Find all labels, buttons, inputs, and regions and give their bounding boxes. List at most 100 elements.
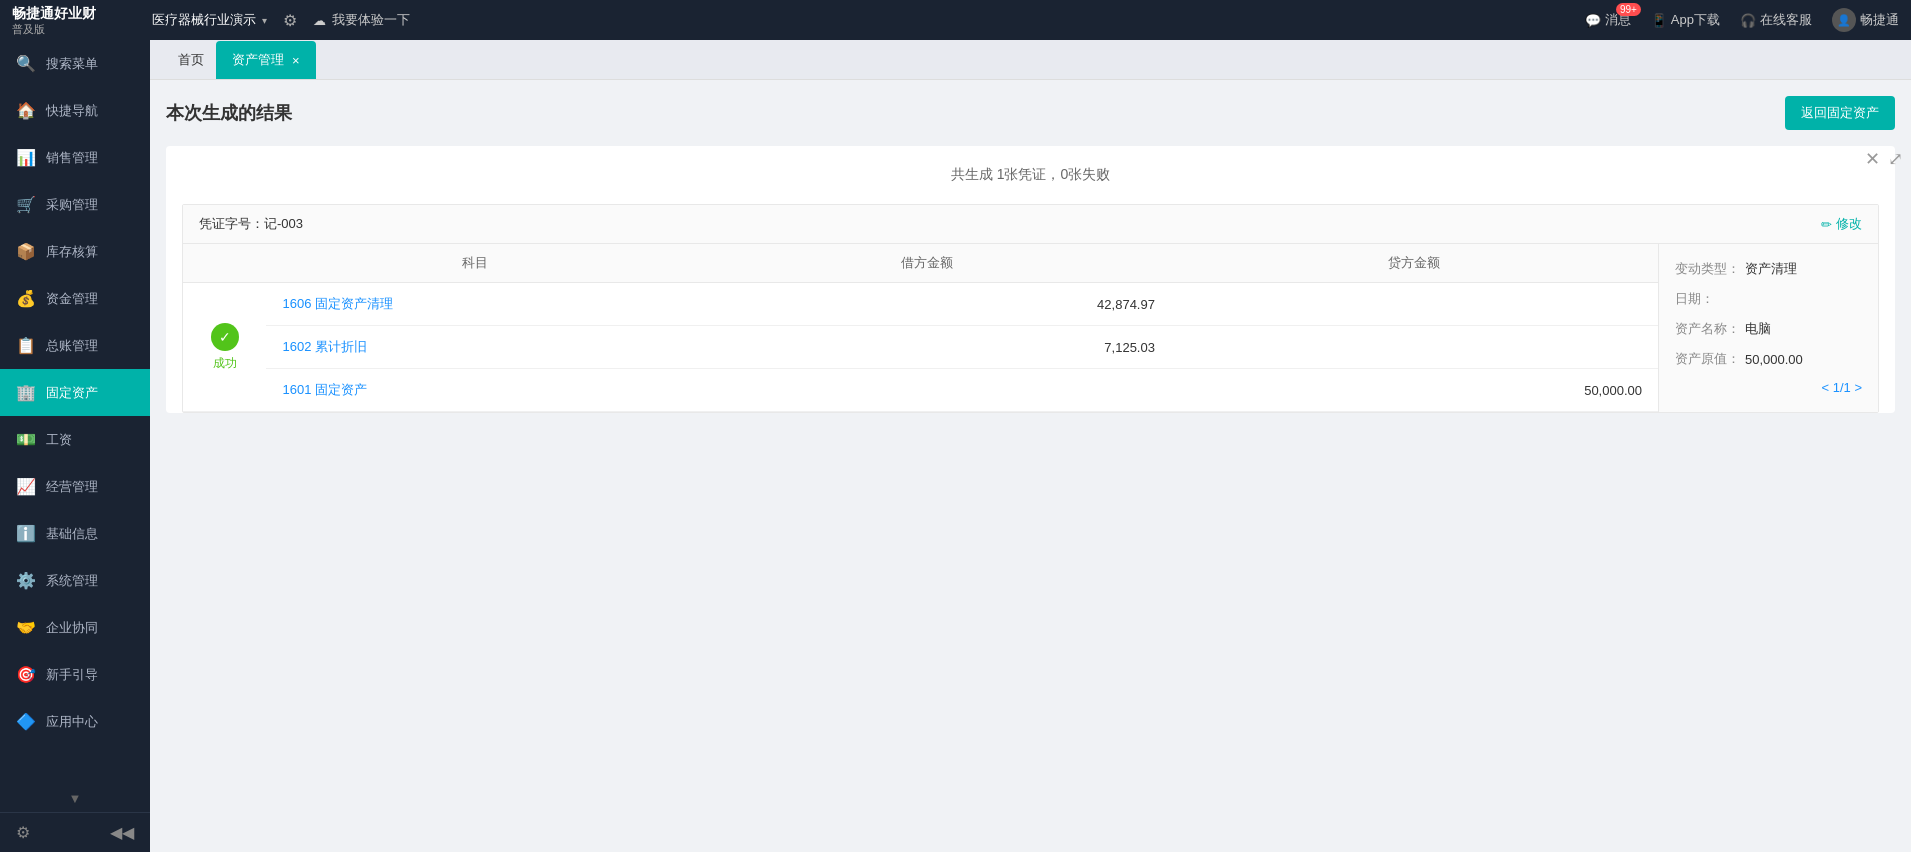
voucher-body: 科目 借方金额 贷方金额 ✓ 成功 1606 固定资产清理 (183, 244, 1878, 412)
close-panel-button[interactable]: ✕ (1865, 148, 1880, 170)
sidebar-item-label: 固定资产 (46, 384, 98, 402)
sidebar-item-label: 总账管理 (46, 337, 98, 355)
top-bar-center: 医疗器械行业演示 ▾ ⚙ ☁ 我要体验一下 (152, 11, 1585, 30)
operations-icon: 📈 (16, 477, 36, 496)
phone-icon: 📱 (1651, 13, 1667, 28)
success-check-icon: ✓ (211, 323, 239, 351)
success-status: ✓ 成功 (183, 283, 266, 412)
headset-icon: 🎧 (1740, 13, 1756, 28)
voucher-table: 科目 借方金额 贷方金额 ✓ 成功 1606 固定资产清理 (183, 244, 1658, 412)
asset-name-row: 资产名称： 电脑 (1675, 320, 1862, 338)
logo: 畅捷通好业财 普及版 (12, 4, 132, 36)
edit-icon: ✏ (1821, 217, 1832, 232)
change-type-row: 变动类型： 资产清理 (1675, 260, 1862, 278)
sidebar-item-label: 库存核算 (46, 243, 98, 261)
sidebar: 🔍 搜索菜单 🏠快捷导航📊销售管理🛒采购管理 📦 库存核算 💰资金管理 📋 总账管理 🏢固定资产… (0, 40, 150, 852)
experience-button[interactable]: ☁ 我要体验一下 (313, 11, 410, 29)
sidebar-collapse-icon[interactable]: ◀◀ (110, 823, 134, 842)
sidebar-item-label: 经营管理 (46, 478, 98, 496)
tab-home[interactable]: 首页 (166, 41, 216, 79)
asset-original-label: 资产原值： (1675, 350, 1745, 368)
sidebar-item-guide[interactable]: 🎯 新手引导 (0, 651, 150, 698)
sidebar-item-ledger[interactable]: 📋 总账管理 (0, 322, 150, 369)
credit-cell: 50,000.00 (1171, 369, 1658, 412)
debit-cell (684, 369, 1171, 412)
page-content: 本次生成的结果 返回固定资产 共生成 1张凭证，0张失败 凭证字号：记-003 … (150, 80, 1911, 852)
ledger-icon: 📋 (16, 336, 36, 355)
brand-name: 畅捷通好业财 (12, 4, 132, 22)
sidebar-item-search[interactable]: 🔍 搜索菜单 (0, 40, 150, 87)
user-label: 畅捷通 (1860, 11, 1899, 29)
payroll-icon: 💵 (16, 430, 36, 449)
sidebar-item-quicknav[interactable]: 🏠快捷导航 (0, 87, 150, 134)
tab-close-icon[interactable]: × (292, 53, 300, 68)
return-button[interactable]: 返回固定资产 (1785, 96, 1895, 130)
cloud-icon: ☁ (313, 13, 326, 28)
chevron-down-icon: ▾ (262, 15, 267, 26)
credit-cell (1171, 326, 1658, 369)
edition-label: 普及版 (12, 22, 132, 36)
system-icon: ⚙️ (16, 571, 36, 590)
guide-icon: 🎯 (16, 665, 36, 684)
company-selector[interactable]: 医疗器械行业演示 ▾ (152, 11, 267, 29)
enterprise-icon: 🤝 (16, 618, 36, 637)
date-row: 日期： (1675, 290, 1862, 308)
support-button[interactable]: 🎧 在线客服 (1740, 11, 1812, 29)
sidebar-item-sales[interactable]: 📊销售管理 (0, 134, 150, 181)
messages-badge: 99+ (1616, 3, 1641, 16)
app-label: App下载 (1671, 11, 1720, 29)
app-download-button[interactable]: 📱 App下载 (1651, 11, 1720, 29)
pagination[interactable]: < 1/1 > (1675, 380, 1862, 395)
sidebar-item-capital[interactable]: 💰资金管理 (0, 275, 150, 322)
voucher-number: 凭证字号：记-003 (199, 215, 303, 233)
table-row: 1602 累计折旧 7,125.03 (183, 326, 1658, 369)
sidebar-item-inventory[interactable]: 📦 库存核算 (0, 228, 150, 275)
tab-asset-management[interactable]: 资产管理 × (216, 41, 316, 79)
sidebar-item-basic[interactable]: ℹ️基础信息 (0, 510, 150, 557)
table-row: 1601 固定资产 50,000.00 (183, 369, 1658, 412)
edit-button[interactable]: ✏ 修改 (1821, 215, 1862, 233)
sidebar-item-fixedasset[interactable]: 🏢固定资产 (0, 369, 150, 416)
date-label: 日期： (1675, 290, 1745, 308)
pagination-prev[interactable]: < (1822, 380, 1830, 395)
subject-cell: 1606 固定资产清理 (266, 283, 683, 326)
tab-label: 资产管理 (232, 51, 284, 69)
sidebar-scroll-down[interactable]: ▼ (0, 785, 150, 812)
sidebar-item-enterprise[interactable]: 🤝 企业协同 (0, 604, 150, 651)
message-icon: 💬 (1585, 13, 1601, 28)
purchase-icon: 🛒 (16, 195, 36, 214)
expand-panel-button[interactable]: ⤢ (1888, 148, 1903, 170)
sidebar-item-label: 新手引导 (46, 666, 98, 684)
user-menu[interactable]: 👤 畅捷通 (1832, 8, 1899, 32)
sidebar-item-purchase[interactable]: 🛒采购管理 (0, 181, 150, 228)
page-title: 本次生成的结果 (166, 101, 292, 125)
summary-text: 共生成 1张凭证，0张失败 (951, 166, 1110, 182)
pagination-next[interactable]: > (1854, 380, 1862, 395)
table-row: ✓ 成功 1606 固定资产清理 42,874.97 (183, 283, 1658, 326)
voucher-section: 凭证字号：记-003 ✏ 修改 (182, 204, 1879, 413)
subject-cell: 1602 累计折旧 (266, 326, 683, 369)
side-info-panel: 变动类型： 资产清理 日期： 资产名称： 电脑 (1658, 244, 1878, 412)
basic-icon: ℹ️ (16, 524, 36, 543)
sidebar-item-system[interactable]: ⚙️系统管理 (0, 557, 150, 604)
sidebar-item-label: 快捷导航 (46, 102, 98, 120)
sidebar-item-label: 资金管理 (46, 290, 98, 308)
settings-icon[interactable]: ⚙ (283, 11, 297, 30)
change-type-label: 变动类型： (1675, 260, 1745, 278)
page-header: 本次生成的结果 返回固定资产 (166, 96, 1895, 130)
sidebar-item-appcenter[interactable]: 🔷应用中心 (0, 698, 150, 745)
panel-controls: ✕ ⤢ (1857, 140, 1911, 178)
user-icon: 👤 (1837, 14, 1851, 27)
messages-button[interactable]: 💬 消息 99+ (1585, 11, 1631, 29)
sidebar-item-label: 企业协同 (46, 619, 98, 637)
avatar: 👤 (1832, 8, 1856, 32)
inventory-icon: 📦 (16, 242, 36, 261)
main-layout: 🔍 搜索菜单 🏠快捷导航📊销售管理🛒采购管理 📦 库存核算 💰资金管理 📋 总账管理 🏢固定资产… (0, 40, 1911, 852)
sidebar-item-label: 搜索菜单 (46, 55, 98, 73)
search-icon: 🔍 (16, 54, 36, 73)
sidebar-item-operations[interactable]: 📈 经营管理 (0, 463, 150, 510)
subject-cell: 1601 固定资产 (266, 369, 683, 412)
sidebar-item-label: 工资 (46, 431, 72, 449)
sidebar-settings-icon[interactable]: ⚙ (16, 823, 30, 842)
sidebar-item-payroll[interactable]: 💵 工资 (0, 416, 150, 463)
